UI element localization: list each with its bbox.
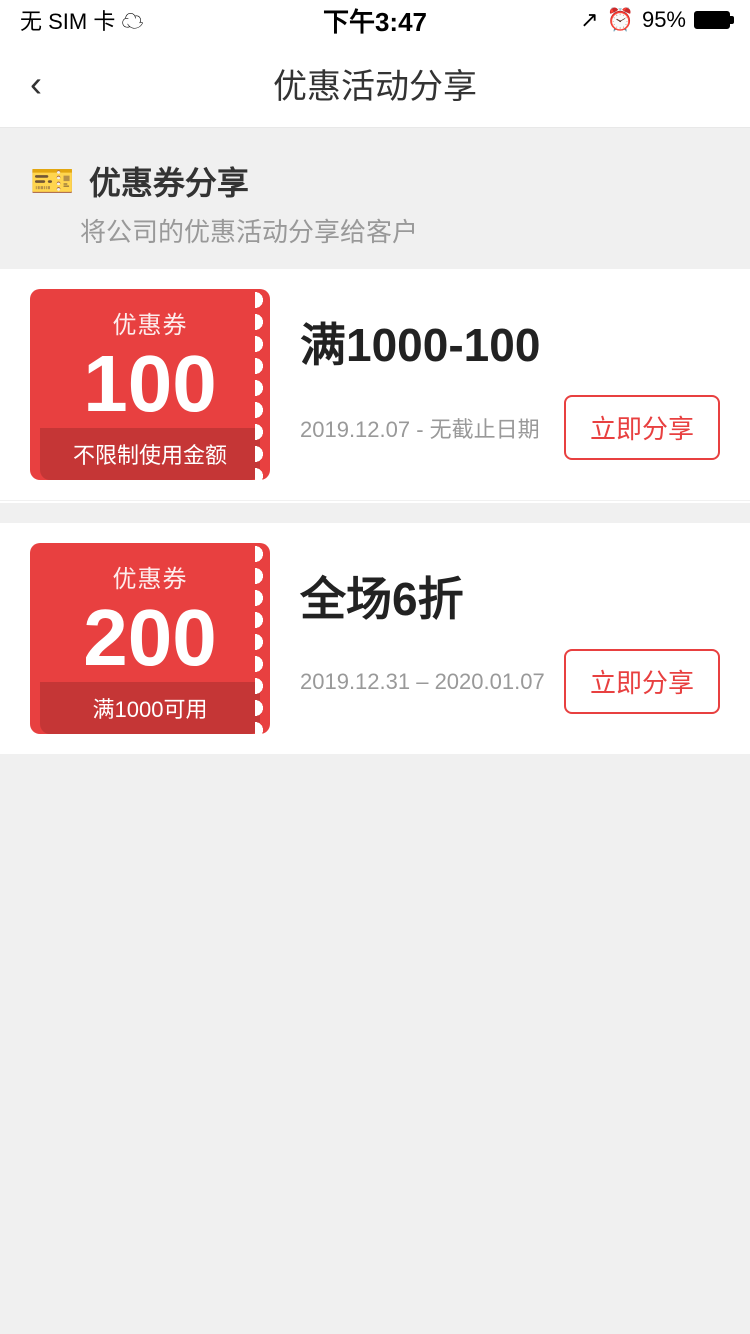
- battery-label: 95%: [642, 7, 686, 33]
- status-left: 无 SIM 卡 ☁: [20, 4, 143, 36]
- status-bar: 无 SIM 卡 ☁ 下午3:47 ↗ ⏰ 95%: [0, 0, 750, 40]
- coupon-type-label-1: 优惠券: [113, 305, 188, 340]
- coupon-amount-2: 200: [83, 598, 216, 678]
- coupon-right-1: 满1000-100 2019.12.07 - 无截止日期 立即分享: [270, 289, 720, 480]
- coupon-list: 优惠券 100 不限制使用金额 满1000-100 2019.12.07 - 无…: [0, 269, 750, 755]
- section-title: 优惠券分享: [89, 158, 249, 204]
- coupon-left-1: 优惠券 100 不限制使用金额: [30, 289, 270, 480]
- share-button-2[interactable]: 立即分享: [564, 649, 720, 714]
- coupon-condition-1: 不限制使用金额: [40, 428, 260, 480]
- section-subtitle: 将公司的优惠活动分享给客户: [30, 212, 720, 249]
- coupon-left-2: 优惠券 200 满1000可用: [30, 543, 270, 734]
- share-button-1[interactable]: 立即分享: [564, 395, 720, 460]
- coupon-card-1: 优惠券 100 不限制使用金额 满1000-100 2019.12.07 - 无…: [0, 269, 750, 501]
- coupon-condition-2: 满1000可用: [40, 682, 260, 734]
- alarm-icon: ⏰: [607, 7, 634, 33]
- coupon-amount-1: 100: [83, 344, 216, 424]
- coupon-name-1: 满1000-100: [300, 309, 720, 375]
- coupon-bottom-row-1: 2019.12.07 - 无截止日期 立即分享: [300, 395, 720, 460]
- back-button[interactable]: ‹: [30, 63, 42, 105]
- status-right: ↗ ⏰ 95%: [580, 7, 730, 33]
- no-sim-label: 无 SIM 卡 ☁: [20, 4, 143, 36]
- status-time: 下午3:47: [323, 2, 427, 39]
- coupon-card-2: 优惠券 200 满1000可用 全场6折 2019.12.31 – 2020.0…: [0, 523, 750, 755]
- coupon-date-1: 2019.12.07 - 无截止日期: [300, 412, 554, 444]
- nav-bar: ‹ 优惠活动分享: [0, 40, 750, 128]
- coupon-name-2: 全场6折: [300, 563, 720, 629]
- card-separator: [0, 503, 750, 523]
- coupon-icon: 🎫: [30, 160, 75, 202]
- section-title-row: 🎫 优惠券分享: [30, 158, 720, 204]
- section-header: 🎫 优惠券分享 将公司的优惠活动分享给客户: [0, 128, 750, 269]
- coupon-type-label-2: 优惠券: [113, 559, 188, 594]
- location-icon: ↗: [580, 7, 598, 33]
- coupon-right-2: 全场6折 2019.12.31 – 2020.01.07 立即分享: [270, 543, 720, 734]
- bottom-empty: [0, 757, 750, 1257]
- page-title: 优惠活动分享: [273, 59, 477, 108]
- coupon-bottom-row-2: 2019.12.31 – 2020.01.07 立即分享: [300, 649, 720, 714]
- coupon-date-2: 2019.12.31 – 2020.01.07: [300, 669, 554, 695]
- battery-icon: [694, 11, 730, 29]
